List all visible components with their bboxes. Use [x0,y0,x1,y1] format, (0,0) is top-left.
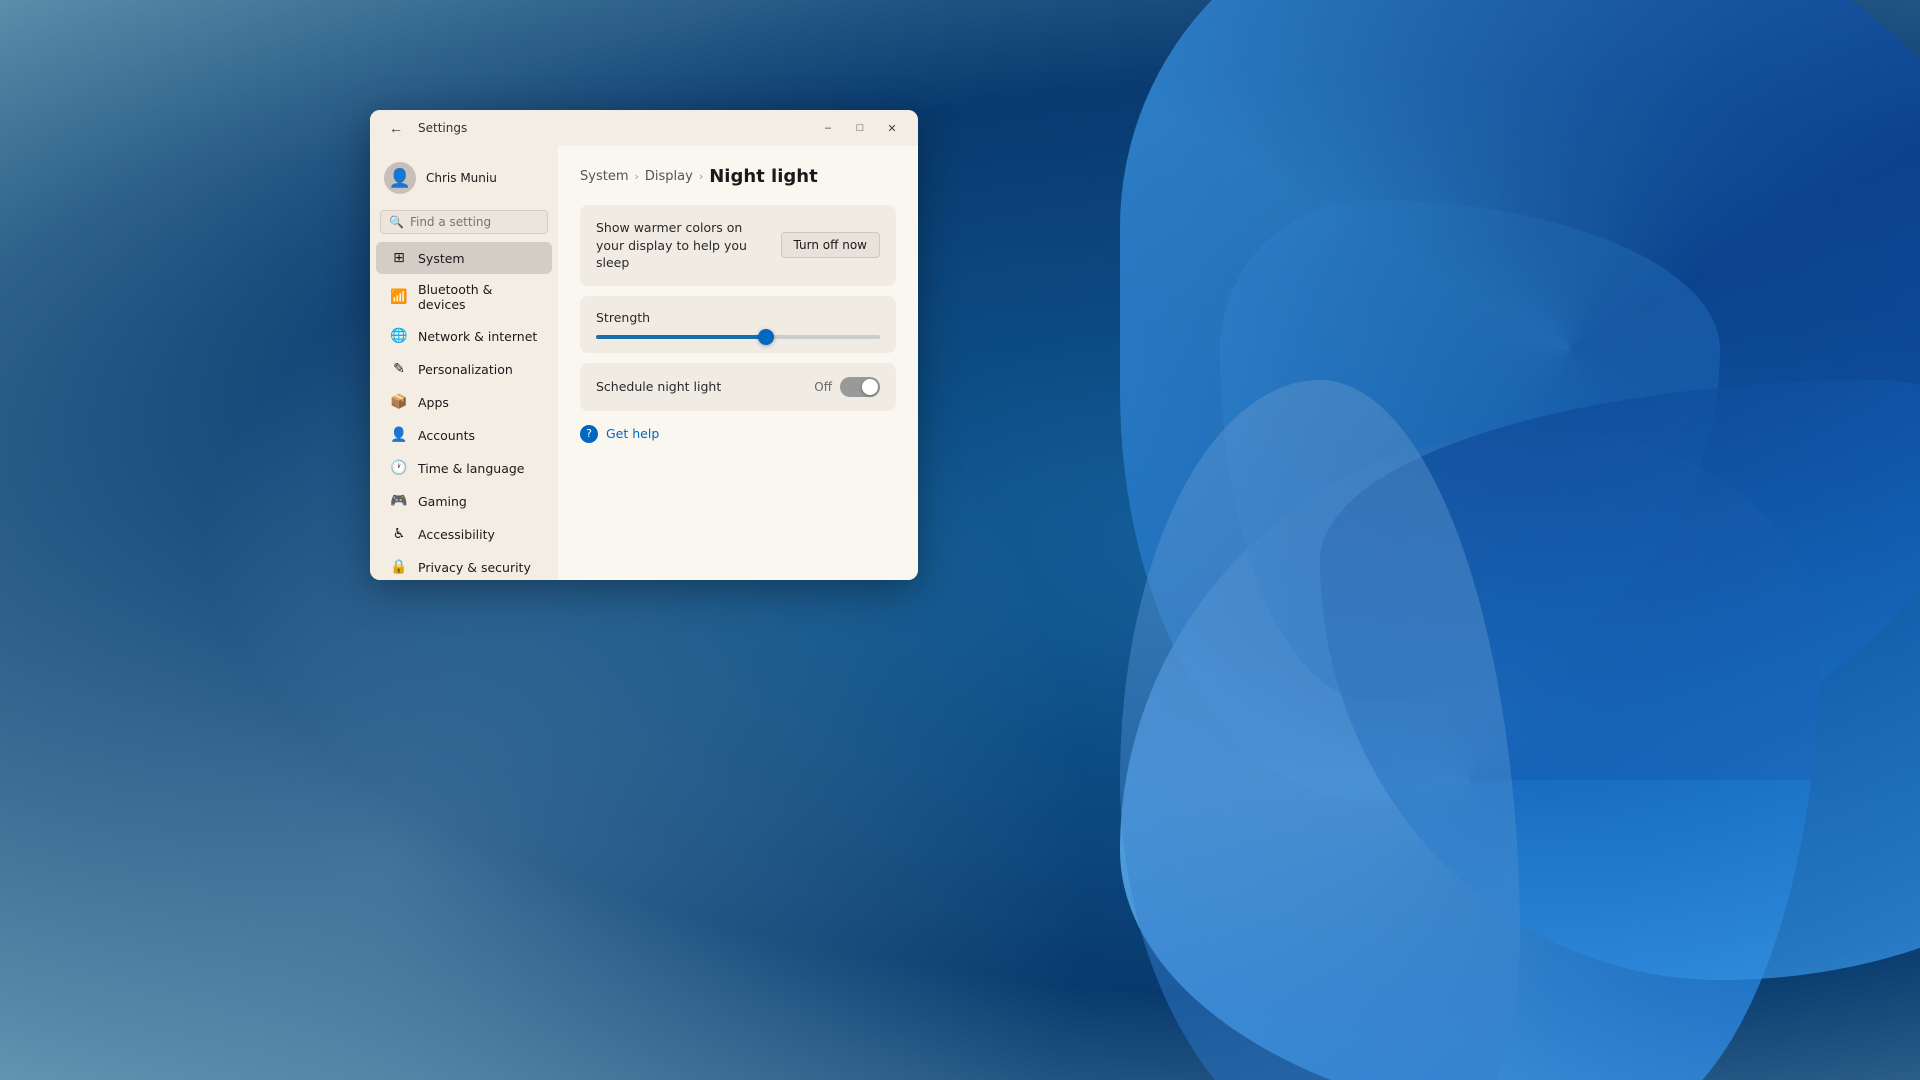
sidebar-item-label: Accessibility [418,527,495,542]
sidebar-item-label: Apps [418,395,449,410]
breadcrumb-sep-2: › [699,170,703,183]
sidebar-item-bluetooth[interactable]: 📶 Bluetooth & devices [376,275,552,319]
privacy-icon: 🔒 [390,558,408,576]
toggle-knob [862,379,878,395]
sidebar-item-label: Privacy & security [418,560,531,575]
bluetooth-icon: 📶 [390,288,408,306]
search-icon: 🔍 [389,215,404,229]
minimize-button[interactable]: – [814,118,842,138]
apps-icon: 📦 [390,393,408,411]
help-icon: ? [580,425,598,443]
sidebar-item-label: Bluetooth & devices [418,282,538,312]
sidebar-item-gaming[interactable]: 🎮 Gaming [376,485,552,517]
get-help-link[interactable]: ? Get help [580,425,896,443]
username: Chris Muniu [426,171,497,185]
turn-off-button[interactable]: Turn off now [781,232,880,258]
sidebar-item-accounts[interactable]: 👤 Accounts [376,419,552,451]
breadcrumb: System › Display › Night light [580,166,896,187]
titlebar-left: ← Settings [382,114,467,142]
sidebar-item-system[interactable]: ⊞ System [376,242,552,274]
page-title: Night light [709,166,817,187]
close-button[interactable]: ✕ [878,118,906,138]
time-icon: 🕐 [390,459,408,477]
strength-section: Strength [580,296,896,353]
sidebar-item-accessibility[interactable]: ♿ Accessibility [376,518,552,550]
night-light-row: Show warmer colors on your display to he… [596,219,880,272]
titlebar: ← Settings – □ ✕ [370,110,918,146]
breadcrumb-display[interactable]: Display [645,169,693,184]
strength-slider-track[interactable] [596,335,880,339]
night-light-description: Show warmer colors on your display to he… [596,219,769,272]
sidebar-item-apps[interactable]: 📦 Apps [376,386,552,418]
search-input[interactable] [410,215,558,229]
sidebar-item-network[interactable]: 🌐 Network & internet [376,320,552,352]
schedule-toggle[interactable] [840,377,880,397]
sidebar-item-privacy[interactable]: 🔒 Privacy & security [376,551,552,580]
strength-slider-thumb[interactable] [758,329,774,345]
gaming-icon: 🎮 [390,492,408,510]
breadcrumb-sep-1: › [634,170,638,183]
user-icon: 👤 [389,168,411,189]
sidebar-item-time[interactable]: 🕐 Time & language [376,452,552,484]
accounts-icon: 👤 [390,426,408,444]
sidebar-item-label: System [418,251,465,266]
window-title: Settings [418,121,467,135]
maximize-button[interactable]: □ [846,118,874,138]
schedule-label: Schedule night light [596,379,721,394]
toggle-status: Off [814,380,832,394]
sidebar-item-personalization[interactable]: ✎ Personalization [376,353,552,385]
strength-label: Strength [596,310,880,325]
toggle-area: Off [814,377,880,397]
night-light-card: Show warmer colors on your display to he… [580,205,896,286]
get-help-text[interactable]: Get help [606,426,659,441]
sidebar-item-label: Network & internet [418,329,537,344]
sidebar-item-label: Time & language [418,461,524,476]
accessibility-icon: ♿ [390,525,408,543]
sidebar-item-label: Personalization [418,362,513,377]
search-box[interactable]: 🔍 [380,210,548,234]
window-controls: – □ ✕ [814,118,906,138]
main-content: System › Display › Night light Show warm… [558,146,918,580]
sidebar-item-label: Accounts [418,428,475,443]
system-icon: ⊞ [390,249,408,267]
desktop-background [0,0,1920,1080]
breadcrumb-system[interactable]: System [580,169,628,184]
schedule-card: Schedule night light Off [580,363,896,411]
window-body: 👤 Chris Muniu 🔍 ⊞ System 📶 Bluetooth & d… [370,146,918,580]
avatar: 👤 [384,162,416,194]
schedule-row: Schedule night light Off [596,377,880,397]
sidebar-item-label: Gaming [418,494,467,509]
settings-window: ← Settings – □ ✕ 👤 Chris Muniu 🔍 ⊞ [370,110,918,580]
sidebar: 👤 Chris Muniu 🔍 ⊞ System 📶 Bluetooth & d… [370,146,558,580]
personalization-icon: ✎ [390,360,408,378]
user-section: 👤 Chris Muniu [370,154,558,206]
network-icon: 🌐 [390,327,408,345]
back-button[interactable]: ← [382,114,410,142]
